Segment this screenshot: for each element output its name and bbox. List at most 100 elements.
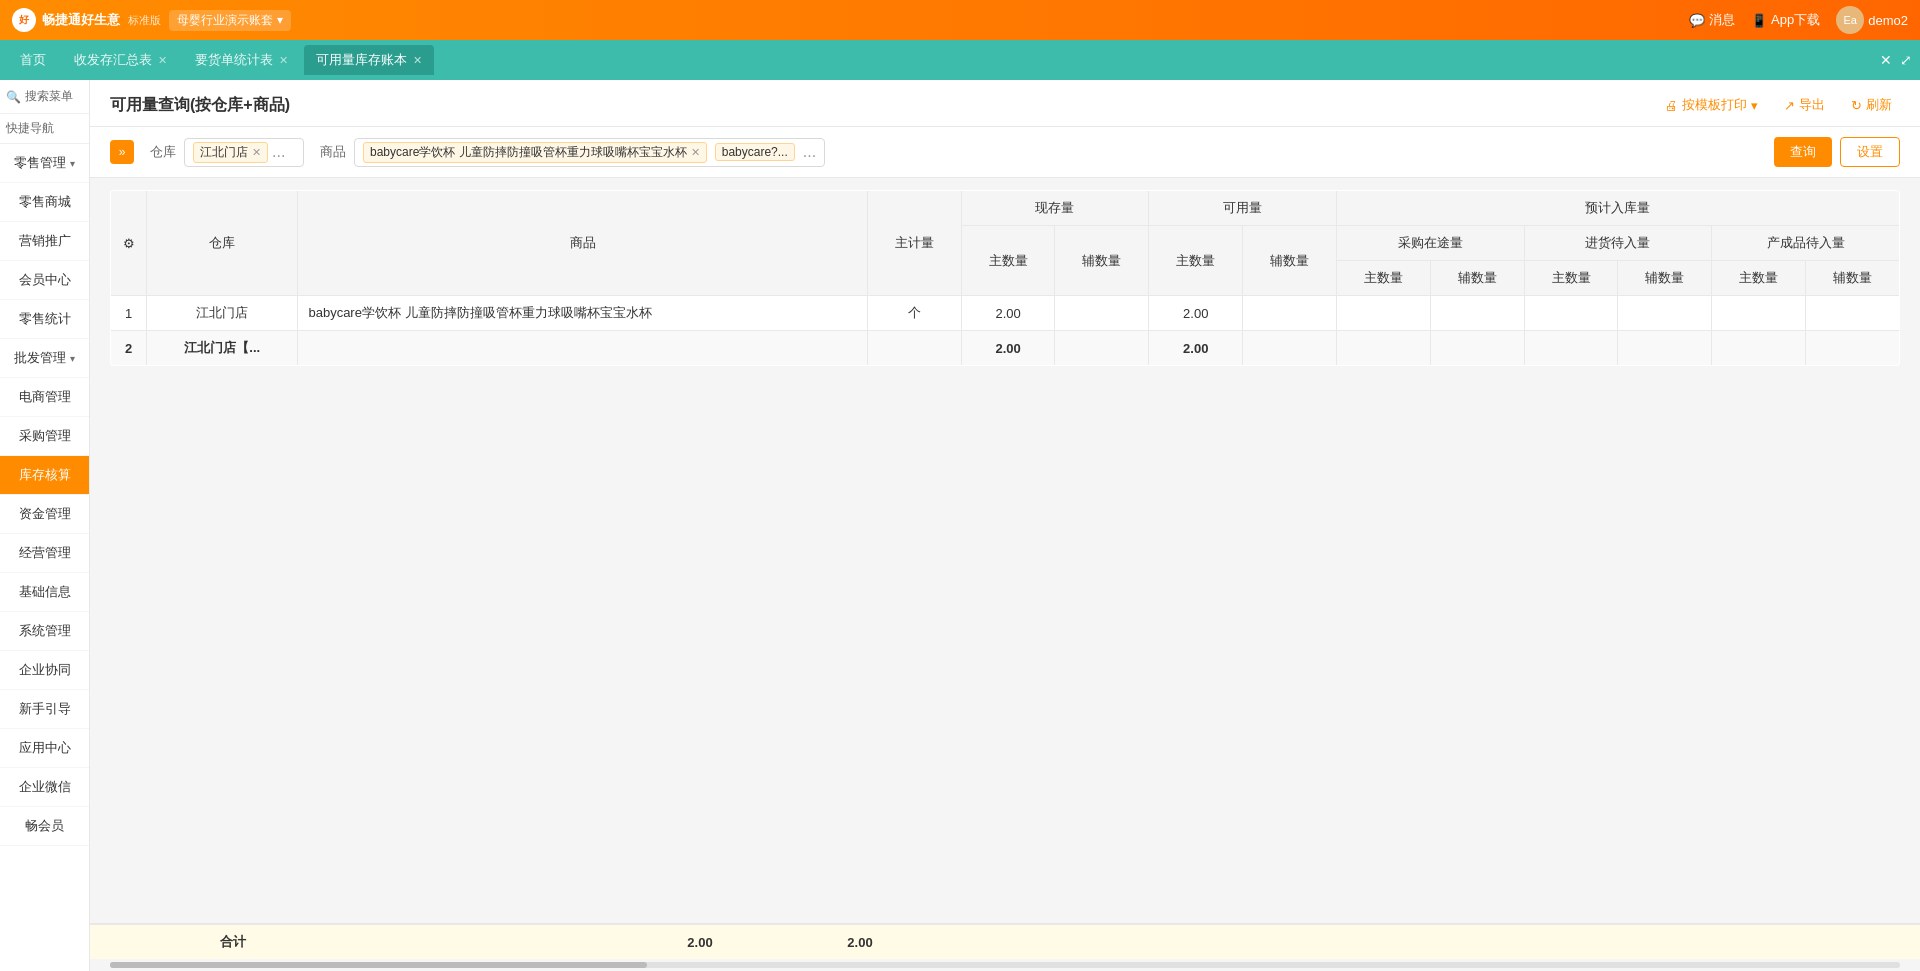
cell-product-aux bbox=[1806, 296, 1900, 331]
app-icon: 📱 bbox=[1751, 13, 1767, 28]
brand-icon: 好 bbox=[12, 8, 36, 32]
cell-stock-aux bbox=[1055, 296, 1149, 331]
scroll-bar[interactable] bbox=[90, 959, 1920, 971]
tab-available-ledger[interactable]: 可用量库存账本 ✕ bbox=[304, 45, 434, 75]
chevron-down-icon-2: ▾ bbox=[70, 353, 75, 364]
standard-badge: 标准版 bbox=[128, 13, 161, 28]
brand-logo: 好 畅捷通好生意 bbox=[12, 8, 120, 32]
cell-purchase-main bbox=[1336, 331, 1430, 366]
tab-order-summary[interactable]: 要货单统计表 ✕ bbox=[183, 45, 300, 75]
app-download-button[interactable]: 📱 App下载 bbox=[1751, 11, 1820, 29]
product-dots[interactable]: ... bbox=[803, 143, 816, 161]
sidebar-item-new-guide[interactable]: 新手引导 bbox=[0, 690, 89, 729]
settings-icon: ⚙ bbox=[123, 236, 135, 251]
cell-main-unit: 个 bbox=[867, 296, 961, 331]
tab-home[interactable]: 首页 bbox=[8, 45, 58, 75]
sidebar-item-ecommerce[interactable]: 电商管理 bbox=[0, 378, 89, 417]
industry-label: 母婴行业演示账套 bbox=[177, 12, 273, 29]
warehouse-label: 仓库 bbox=[150, 143, 176, 161]
query-button[interactable]: 查询 bbox=[1774, 137, 1832, 167]
sidebar-item-purchase[interactable]: 采购管理 bbox=[0, 417, 89, 456]
user-profile[interactable]: Ea demo2 bbox=[1836, 6, 1908, 34]
sidebar-item-member[interactable]: 会员中心 bbox=[0, 261, 89, 300]
refresh-icon: ↻ bbox=[1851, 98, 1862, 113]
sidebar-item-batch-mgmt[interactable]: 批发管理 ▾ bbox=[0, 339, 89, 378]
main-layout: 🔍 搜索菜单 快捷导航 零售管理 ▾ 零售商城 营销推广 会员中心 零售统计 批… bbox=[0, 80, 1920, 971]
tab-order-close[interactable]: ✕ bbox=[279, 54, 288, 67]
retail-mall-label: 零售商城 bbox=[19, 193, 71, 211]
footer-label: 合计 bbox=[220, 933, 340, 951]
new-guide-label: 新手引导 bbox=[19, 700, 71, 718]
cell-purchase-main bbox=[1336, 296, 1430, 331]
cell-avail-main: 2.00 bbox=[1149, 331, 1243, 366]
expand-icon[interactable]: ⤢ bbox=[1900, 52, 1912, 68]
product-tag-1-close[interactable]: ✕ bbox=[691, 146, 700, 159]
col-purchase-sub-header: 采购在途量 bbox=[1336, 226, 1524, 261]
chevron-down-icon: ▾ bbox=[70, 158, 75, 169]
sidebar-item-operations[interactable]: 经营管理 bbox=[0, 534, 89, 573]
print-template-button[interactable]: 🖨 按模板打印 ▾ bbox=[1657, 92, 1766, 118]
page-title: 可用量查询(按仓库+商品) bbox=[110, 95, 290, 116]
warehouse-tag-label: 江北门店 bbox=[200, 144, 248, 161]
product-tag-1: babycare学饮杯 儿童防摔防撞吸管杯重力球吸嘴杯宝宝水杯 ✕ bbox=[363, 142, 707, 163]
page-actions: 🖨 按模板打印 ▾ ↗ 导出 ↻ 刷新 bbox=[1657, 92, 1900, 118]
sidebar-item-basics[interactable]: 基础信息 bbox=[0, 573, 89, 612]
warehouse-dots[interactable]: ... bbox=[272, 143, 285, 161]
tab-receipt-label: 收发存汇总表 bbox=[74, 51, 152, 69]
close-all-icon[interactable]: ✕ bbox=[1880, 52, 1892, 68]
col-settings-header[interactable]: ⚙ bbox=[111, 191, 147, 296]
product-tag-1-label: babycare学饮杯 儿童防摔防撞吸管杯重力球吸嘴杯宝宝水杯 bbox=[370, 144, 687, 161]
toggle-icon: » bbox=[119, 145, 126, 159]
col-stock-aux-header: 辅数量 bbox=[1055, 226, 1149, 296]
product-tag-2: babycare?... bbox=[715, 143, 795, 161]
sidebar-item-retail-mgmt[interactable]: 零售管理 ▾ bbox=[0, 144, 89, 183]
warehouse-input[interactable]: 江北门店 ✕ ... bbox=[184, 138, 304, 167]
sidebar-item-corp-wechat[interactable]: 企业微信 bbox=[0, 768, 89, 807]
sidebar-item-retail-mall[interactable]: 零售商城 bbox=[0, 183, 89, 222]
sidebar-item-retail-stats[interactable]: 零售统计 bbox=[0, 300, 89, 339]
col-productm-aux-header: 辅数量 bbox=[1806, 261, 1900, 296]
cell-avail-aux bbox=[1243, 296, 1337, 331]
refresh-button[interactable]: ↻ 刷新 bbox=[1843, 92, 1900, 118]
table-row[interactable]: 2 江北门店【... 2.00 2.00 bbox=[111, 331, 1900, 366]
tab-receipt-summary[interactable]: 收发存汇总表 ✕ bbox=[62, 45, 179, 75]
scroll-track bbox=[110, 962, 1900, 968]
sidebar-search[interactable]: 🔍 搜索菜单 bbox=[0, 80, 89, 114]
sidebar-quick-nav[interactable]: 快捷导航 bbox=[0, 114, 89, 144]
col-avail-main-header: 主数量 bbox=[1149, 226, 1243, 296]
cell-avail-main: 2.00 bbox=[1149, 296, 1243, 331]
search-label: 搜索菜单 bbox=[25, 88, 73, 105]
refresh-label: 刷新 bbox=[1866, 96, 1892, 114]
sidebar-item-app-center[interactable]: 应用中心 bbox=[0, 729, 89, 768]
sidebar-item-enterprise[interactable]: 企业协同 bbox=[0, 651, 89, 690]
sidebar-item-inventory[interactable]: 库存核算 bbox=[0, 456, 89, 495]
export-button[interactable]: ↗ 导出 bbox=[1776, 92, 1833, 118]
sidebar-item-system[interactable]: 系统管理 bbox=[0, 612, 89, 651]
tab-bar: 首页 收发存汇总表 ✕ 要货单统计表 ✕ 可用量库存账本 ✕ ✕ ⤢ bbox=[0, 40, 1920, 80]
batch-mgmt-label: 批发管理 bbox=[14, 349, 66, 367]
sidebar-item-finance[interactable]: 资金管理 bbox=[0, 495, 89, 534]
export-icon: ↗ bbox=[1784, 98, 1795, 113]
cell-index: 2 bbox=[111, 331, 147, 366]
sidebar-item-marketing[interactable]: 营销推广 bbox=[0, 222, 89, 261]
footer-avail-main: 2.00 bbox=[820, 935, 900, 950]
message-button[interactable]: 💬 消息 bbox=[1689, 11, 1735, 29]
filter-row: » 仓库 江北门店 ✕ ... 商品 babycare学饮杯 儿童防摔防撞吸管杯… bbox=[90, 127, 1920, 178]
tab-available-close[interactable]: ✕ bbox=[413, 54, 422, 67]
col-avail-aux-header: 辅数量 bbox=[1243, 226, 1337, 296]
tab-receipt-close[interactable]: ✕ bbox=[158, 54, 167, 67]
avatar: Ea bbox=[1836, 6, 1864, 34]
product-input[interactable]: babycare学饮杯 儿童防摔防撞吸管杯重力球吸嘴杯宝宝水杯 ✕ babyca… bbox=[354, 138, 825, 167]
warehouse-tag-close[interactable]: ✕ bbox=[252, 146, 261, 159]
industry-selector[interactable]: 母婴行业演示账套 ▾ bbox=[169, 10, 291, 31]
sidebar-item-vip-member[interactable]: 畅会员 bbox=[0, 807, 89, 846]
table-row[interactable]: 1 江北门店 babycare学饮杯 儿童防摔防撞吸管杯重力球吸嘴杯宝宝水杯 个… bbox=[111, 296, 1900, 331]
quick-nav-label: 快捷导航 bbox=[6, 120, 54, 137]
settings-button[interactable]: 设置 bbox=[1840, 137, 1900, 167]
cell-incoming-main bbox=[1524, 296, 1618, 331]
filter-toggle-button[interactable]: » bbox=[110, 140, 134, 164]
message-icon: 💬 bbox=[1689, 13, 1705, 28]
warehouse-filter: 仓库 江北门店 ✕ ... bbox=[150, 138, 304, 167]
print-chevron: ▾ bbox=[1751, 98, 1758, 113]
data-table: ⚙ 仓库 商品 主计量 现存量 可用量 预计入库量 主数量 辅数量 主数量 辅数… bbox=[110, 190, 1900, 366]
